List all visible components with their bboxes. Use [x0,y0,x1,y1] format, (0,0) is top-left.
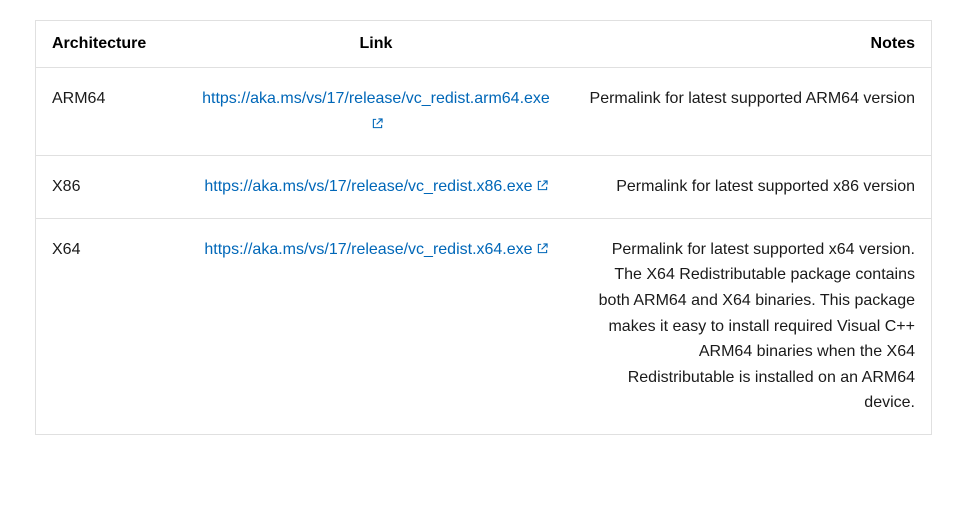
header-link: Link [179,21,573,68]
table-row: X86 https://aka.ms/vs/17/release/vc_redi… [36,156,932,219]
cell-link: https://aka.ms/vs/17/release/vc_redist.x… [179,218,573,434]
cell-notes: Permalink for latest supported x86 versi… [573,156,931,219]
header-notes: Notes [573,21,931,68]
table-header-row: Architecture Link Notes [36,21,932,68]
cell-link: https://aka.ms/vs/17/release/vc_redist.a… [179,68,573,156]
cell-link: https://aka.ms/vs/17/release/vc_redist.x… [179,156,573,219]
cell-architecture: X86 [36,156,179,219]
cell-notes: Permalink for latest supported x64 versi… [573,218,931,434]
cell-notes: Permalink for latest supported ARM64 ver… [573,68,931,156]
header-architecture: Architecture [36,21,179,68]
download-link-arm64[interactable]: https://aka.ms/vs/17/release/vc_redist.a… [202,90,550,107]
external-link-icon [537,237,548,263]
external-link-icon [537,174,548,200]
download-link-x86[interactable]: https://aka.ms/vs/17/release/vc_redist.x… [204,178,532,195]
cell-architecture: X64 [36,218,179,434]
download-link-x64[interactable]: https://aka.ms/vs/17/release/vc_redist.x… [204,241,532,258]
download-table: Architecture Link Notes ARM64 https://ak… [35,20,932,435]
external-link-icon [372,112,383,138]
cell-architecture: ARM64 [36,68,179,156]
table-row: X64 https://aka.ms/vs/17/release/vc_redi… [36,218,932,434]
table-row: ARM64 https://aka.ms/vs/17/release/vc_re… [36,68,932,156]
